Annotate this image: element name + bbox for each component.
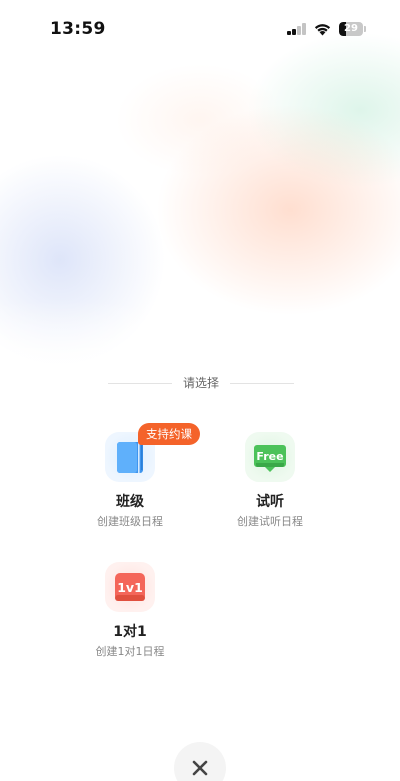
option-one-on-one-subtitle: 创建1对1日程 <box>95 645 165 658</box>
option-one-on-one[interactable]: 1v1 1对1 创建1对1日程 <box>65 562 195 672</box>
free-icon: Free <box>254 445 286 472</box>
option-class[interactable]: 班级 创建班级日程 <box>65 432 195 542</box>
option-class-subtitle: 创建班级日程 <box>97 515 163 528</box>
option-trial-subtitle: 创建试听日程 <box>237 515 303 528</box>
battery-icon: 29 <box>339 22 366 36</box>
battery-level: 29 <box>344 23 358 34</box>
option-class-title: 班级 <box>116 494 144 510</box>
status-time: 13:59 <box>50 19 106 39</box>
booking-support-badge: 支持约课 <box>138 423 200 445</box>
cellular-signal-icon <box>287 23 307 35</box>
status-bar: 13:59 29 <box>0 0 400 60</box>
wifi-icon <box>314 24 331 36</box>
free-icon-text: Free <box>256 450 283 463</box>
option-one-on-one-title: 1对1 <box>113 624 147 640</box>
sheet-heading: 请选择 <box>108 373 294 393</box>
one-on-one-icon-text: 1v1 <box>117 580 143 595</box>
free-icon-tile: Free <box>245 432 295 482</box>
divider-right <box>230 383 294 384</box>
option-trial[interactable]: Free 试听 创建试听日程 <box>205 432 335 542</box>
one-on-one-icon: 1v1 <box>115 573 145 601</box>
option-trial-title: 试听 <box>256 494 284 510</box>
one-on-one-icon-tile: 1v1 <box>105 562 155 612</box>
close-icon <box>192 760 208 776</box>
